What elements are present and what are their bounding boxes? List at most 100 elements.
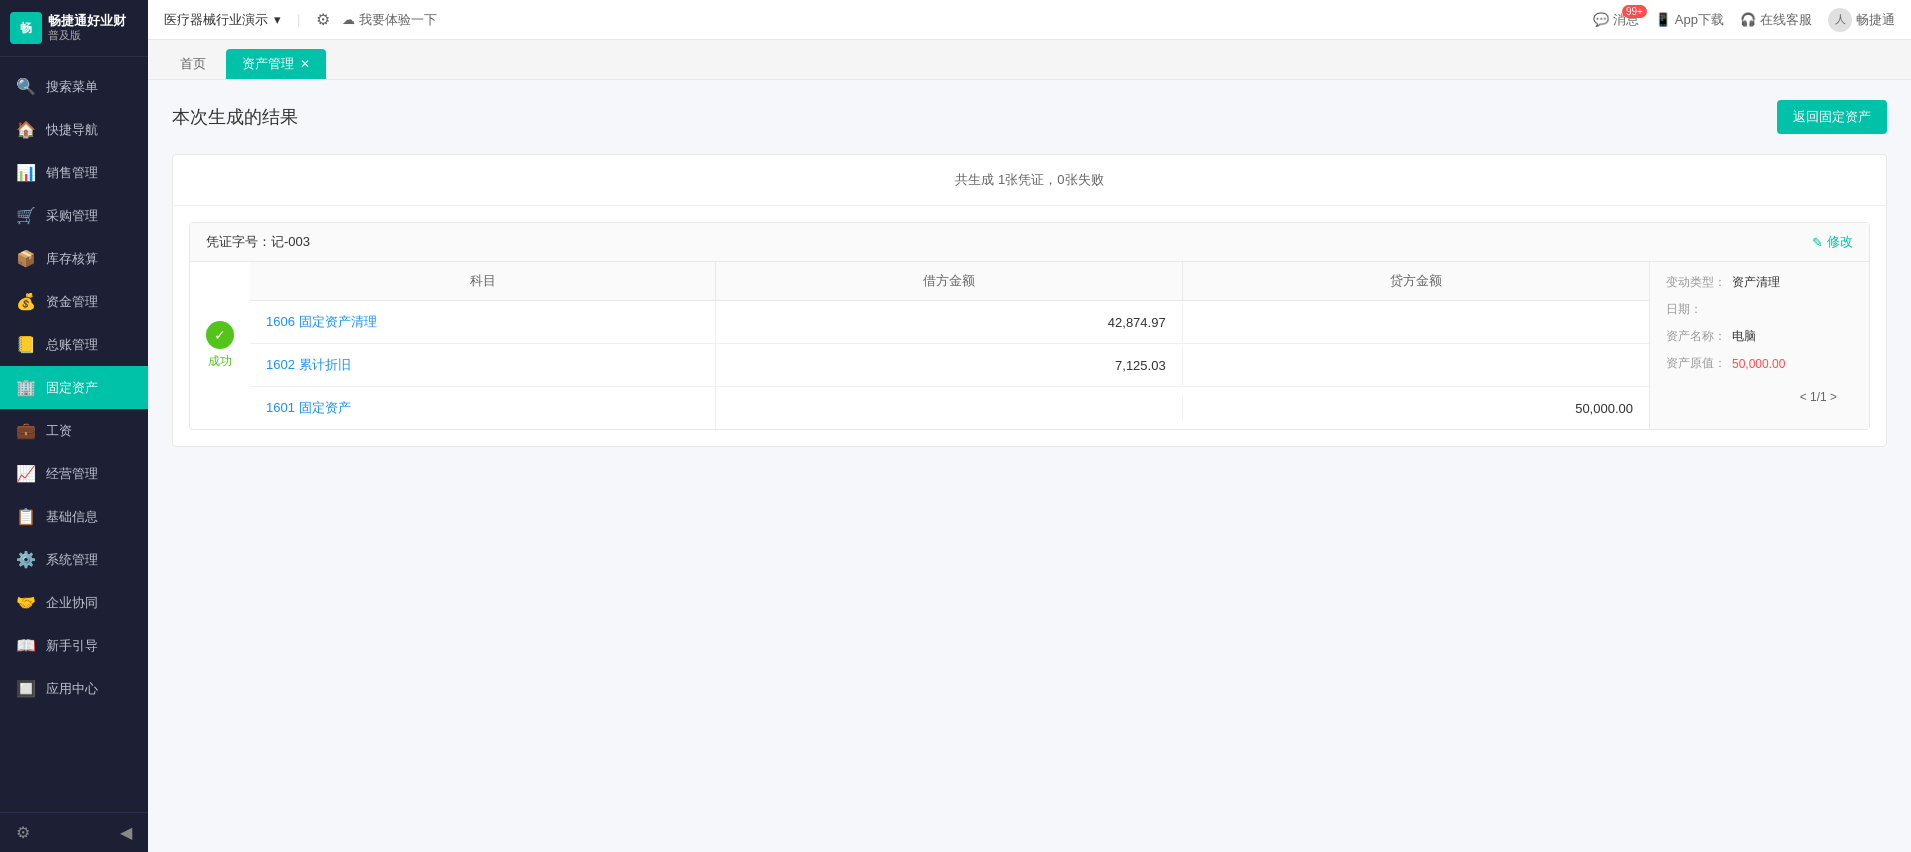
settings-icon[interactable]: ⚙ [16, 823, 30, 842]
topbar-right: 💬 消息 99+ 📱 App下载 🎧 在线客服 人 畅捷通 [1593, 8, 1895, 32]
tab-close-icon[interactable]: ✕ [300, 57, 310, 71]
cloud-icon: ☁ [342, 12, 355, 27]
headset-icon: 🎧 [1740, 12, 1756, 27]
sidebar-item-label: 企业协同 [46, 594, 98, 612]
company-selector[interactable]: 医疗器械行业演示 ▾ [164, 11, 281, 29]
message-btn[interactable]: 💬 消息 99+ [1593, 11, 1639, 29]
row3-subject[interactable]: 1601 固定资产 [250, 387, 716, 429]
table-row: 1601 固定资产 50,000.00 [250, 387, 1649, 429]
sidebar-item-base-info[interactable]: 📋 基础信息 [0, 495, 148, 538]
tab-asset-mgmt[interactable]: 资产管理 ✕ [226, 49, 326, 79]
tab-asset-mgmt-label: 资产管理 [242, 55, 294, 73]
tab-home[interactable]: 首页 [164, 49, 222, 79]
date-row: 日期： [1666, 301, 1853, 318]
edit-button[interactable]: ✎ 修改 [1812, 233, 1853, 251]
sidebar-item-guide[interactable]: 📖 新手引导 [0, 624, 148, 667]
asset-name-value: 电脑 [1732, 328, 1756, 345]
sidebar-item-label: 采购管理 [46, 207, 98, 225]
row1-debit: 42,874.97 [716, 303, 1182, 342]
company-name: 医疗器械行业演示 [164, 11, 268, 29]
tabbar: 首页 资产管理 ✕ [148, 40, 1911, 80]
edit-icon: ✎ [1812, 235, 1823, 250]
tab-home-label: 首页 [180, 56, 206, 71]
sidebar-item-label: 资金管理 [46, 293, 98, 311]
app-download-btn[interactable]: 📱 App下载 [1655, 11, 1724, 29]
sidebar-item-operations[interactable]: 📈 经营管理 [0, 452, 148, 495]
edit-label: 修改 [1827, 233, 1853, 251]
sidebar-item-label: 销售管理 [46, 164, 98, 182]
logo-icon: 畅 [10, 12, 42, 44]
success-circle: ✓ [206, 321, 234, 349]
voucher-table: 科目 借方金额 贷方金额 1606 固定资产清理 42,874.97 1602 … [250, 262, 1649, 429]
sidebar-item-quick-nav[interactable]: 🏠 快捷导航 [0, 108, 148, 151]
sidebar-menu: 🔍 搜索菜单 🏠 快捷导航 📊 销售管理 🛒 采购管理 📦 库存核算 💰 资金管… [0, 57, 148, 812]
message-badge: 99+ [1622, 5, 1647, 18]
original-value-row: 资产原值： 50,000.00 [1666, 355, 1853, 372]
divider: | [297, 12, 300, 27]
search-icon: 🔍 [16, 77, 36, 96]
sidebar-item-label: 库存核算 [46, 250, 98, 268]
finance-icon: 💰 [16, 292, 36, 311]
sidebar-item-purchase[interactable]: 🛒 采购管理 [0, 194, 148, 237]
date-label: 日期： [1666, 301, 1702, 318]
sidebar-item-app-center[interactable]: 🔲 应用中心 [0, 667, 148, 710]
side-info-panel: 变动类型： 资产清理 日期： 资产名称： 电脑 资产原值： [1649, 262, 1869, 429]
row3-credit: 50,000.00 [1183, 389, 1649, 428]
collab-icon: 🤝 [16, 593, 36, 612]
success-indicator: ✓ 成功 [190, 262, 250, 429]
sales-icon: 📊 [16, 163, 36, 182]
sidebar-item-search[interactable]: 🔍 搜索菜单 [0, 65, 148, 108]
col-debit: 借方金额 [716, 262, 1182, 300]
row1-credit [1183, 310, 1649, 334]
page-header: 本次生成的结果 返回固定资产 [172, 100, 1887, 134]
sidebar-item-sales[interactable]: 📊 销售管理 [0, 151, 148, 194]
app-download-label: App下载 [1675, 11, 1724, 29]
experience-text: 我要体验一下 [359, 11, 437, 29]
voucher-header: 凭证字号：记-003 ✎ 修改 [190, 223, 1869, 262]
collapse-icon[interactable]: ◀ [120, 823, 132, 842]
ledger-icon: 📒 [16, 335, 36, 354]
sidebar-item-label: 应用中心 [46, 680, 98, 698]
app-center-icon: 🔲 [16, 679, 36, 698]
voucher-body: ✓ 成功 科目 借方金额 贷方金额 1606 固定资产清理 42, [190, 262, 1869, 429]
sidebar-item-payroll[interactable]: 💼 工资 [0, 409, 148, 452]
row3-debit [716, 396, 1182, 420]
change-type-label: 变动类型： [1666, 274, 1726, 291]
logo-subtitle: 普及版 [48, 28, 126, 43]
col-subject: 科目 [250, 262, 716, 300]
system-icon: ⚙️ [16, 550, 36, 569]
sidebar-item-ledger[interactable]: 📒 总账管理 [0, 323, 148, 366]
table-wrapper: ✓ 成功 科目 借方金额 贷方金额 1606 固定资产清理 42, [190, 262, 1649, 429]
table-row: 1606 固定资产清理 42,874.97 [250, 301, 1649, 344]
sidebar-item-finance[interactable]: 💰 资金管理 [0, 280, 148, 323]
row1-subject[interactable]: 1606 固定资产清理 [250, 301, 716, 343]
sidebar-item-label: 快捷导航 [46, 121, 98, 139]
page-content: 本次生成的结果 返回固定资产 共生成 1张凭证，0张失败 凭证字号：记-003 … [148, 80, 1911, 852]
sidebar-item-label: 固定资产 [46, 379, 98, 397]
online-service-btn[interactable]: 🎧 在线客服 [1740, 11, 1812, 29]
sidebar-item-system[interactable]: ⚙️ 系统管理 [0, 538, 148, 581]
change-type-value: 资产清理 [1732, 274, 1780, 291]
row2-subject[interactable]: 1602 累计折旧 [250, 344, 716, 386]
sidebar-item-inventory[interactable]: 📦 库存核算 [0, 237, 148, 280]
user-menu[interactable]: 人 畅捷通 [1828, 8, 1895, 32]
sidebar-item-label: 系统管理 [46, 551, 98, 569]
settings-gear-icon[interactable]: ⚙ [316, 10, 330, 29]
sidebar: 畅 畅捷通好业财 普及版 🔍 搜索菜单 🏠 快捷导航 📊 销售管理 🛒 采购管理… [0, 0, 148, 852]
sidebar-item-fixed-assets[interactable]: 🏢 固定资产 [0, 366, 148, 409]
fixed-assets-icon: 🏢 [16, 378, 36, 397]
return-button[interactable]: 返回固定资产 [1777, 100, 1887, 134]
dropdown-icon: ▾ [274, 12, 281, 27]
table-row: 1602 累计折旧 7,125.03 [250, 344, 1649, 387]
logo-title: 畅捷通好业财 [48, 13, 126, 29]
voucher-number: 凭证字号：记-003 [206, 233, 310, 251]
inventory-icon: 📦 [16, 249, 36, 268]
table-header: 科目 借方金额 贷方金额 [250, 262, 1649, 301]
row2-debit: 7,125.03 [716, 346, 1182, 385]
result-summary: 共生成 1张凭证，0张失败 [173, 155, 1886, 206]
experience-btn[interactable]: ☁ 我要体验一下 [342, 11, 437, 29]
pagination[interactable]: < 1/1 > [1666, 382, 1853, 412]
avatar: 人 [1828, 8, 1852, 32]
sidebar-item-collab[interactable]: 🤝 企业协同 [0, 581, 148, 624]
row2-credit [1183, 353, 1649, 377]
